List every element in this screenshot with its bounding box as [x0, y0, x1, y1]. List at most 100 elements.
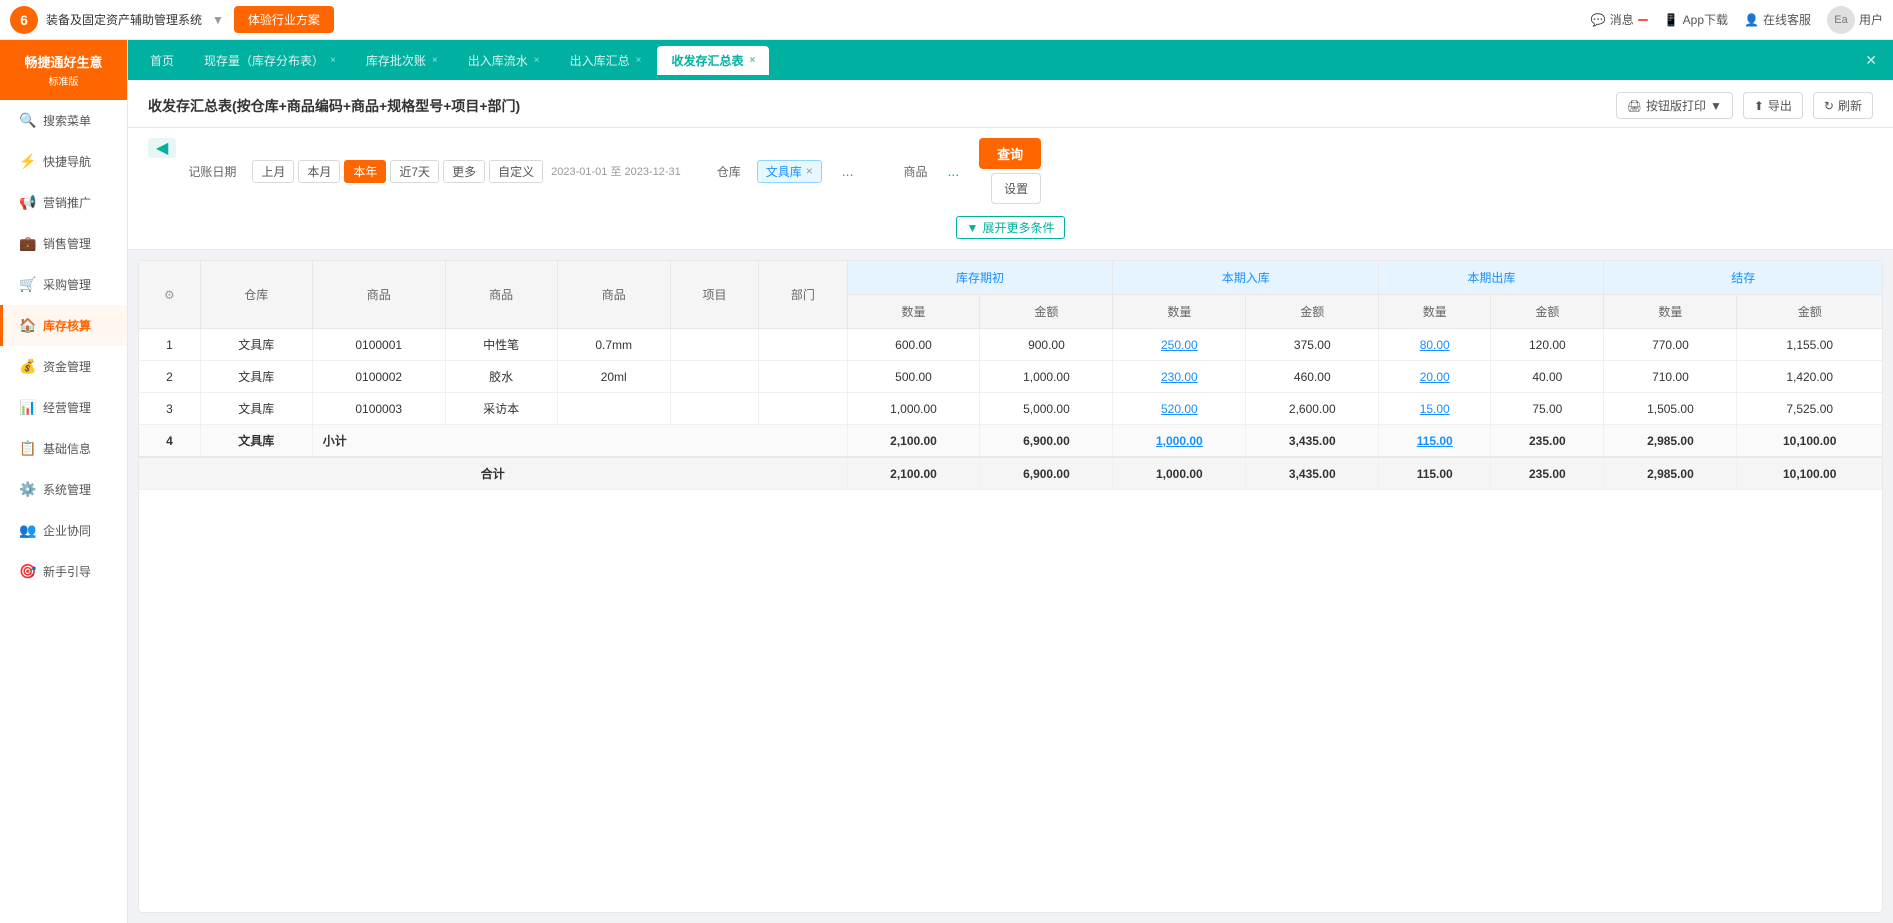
online-service-button[interactable]: 👤 在线客服 — [1744, 11, 1811, 28]
row-in-qty[interactable]: 520.00 — [1113, 393, 1246, 425]
logo-circle: 6 — [10, 6, 38, 34]
row-in-amt: 2,600.00 — [1246, 393, 1379, 425]
sidebar-item-inventory[interactable]: 🏠 库存核算 — [0, 305, 127, 346]
export-button[interactable]: ⬆ 导出 — [1743, 92, 1803, 119]
sidebar-item-basic-info[interactable]: 📋 基础信息 — [0, 428, 127, 469]
marketing-icon: 📢 — [19, 194, 35, 211]
tab-batch-account[interactable]: 库存批次账 × — [352, 46, 452, 75]
row-in-qty[interactable]: 230.00 — [1113, 361, 1246, 393]
sidebar-item-marketing[interactable]: 📢 营销推广 — [0, 182, 127, 223]
total-label: 合计 — [139, 457, 847, 490]
expand-conditions-button[interactable]: ▼ 展开更多条件 — [956, 216, 1066, 239]
sidebar-item-search-menu[interactable]: 🔍 搜索菜单 — [0, 100, 127, 141]
main-layout: 畅捷通好生意 标准版 🔍 搜索菜单 ⚡ 快捷导航 📢 营销推广 💼 — [0, 40, 1893, 923]
avatar-text: Ea — [1834, 14, 1847, 26]
tab-inout-flow[interactable]: 出入库流水 × — [454, 46, 554, 75]
warehouse-ellipsis[interactable]: ... — [838, 163, 858, 179]
guide-icon: 🎯 — [19, 563, 35, 580]
tab-inout-flow-close[interactable]: × — [534, 55, 540, 66]
system-dropdown-arrow[interactable]: ▼ — [212, 13, 224, 27]
row-out-qty[interactable]: 80.00 — [1379, 329, 1491, 361]
row-out-qty[interactable]: 20.00 — [1379, 361, 1491, 393]
settings-col-header[interactable]: ⚙ — [139, 261, 200, 329]
subtotal-opening-amt: 6,900.00 — [980, 425, 1113, 458]
app-download-button[interactable]: 📱 App下载 — [1664, 11, 1728, 28]
table-settings-icon[interactable]: ⚙ — [164, 288, 175, 302]
lightning-icon: ⚡ — [19, 153, 35, 170]
date-btn-this-month[interactable]: 本月 — [298, 160, 340, 183]
goods-filter-label: 商品 — [903, 163, 927, 180]
sidebar: 畅捷通好生意 标准版 🔍 搜索菜单 ⚡ 快捷导航 📢 营销推广 💼 — [0, 40, 128, 923]
subtotal-in-qty[interactable]: 1,000.00 — [1113, 425, 1246, 458]
row-opening-qty: 500.00 — [847, 361, 980, 393]
top-bar: 6 装备及固定资产辅助管理系统 ▼ 体验行业方案 💬 消息 📱 App下载 👤 — [0, 0, 1893, 40]
total-out-amt: 235.00 — [1491, 457, 1604, 490]
content-area: 首页 现存量（库存分布表） × 库存批次账 × 出入库流水 × 出入库汇总 × — [128, 40, 1893, 923]
date-btn-7days[interactable]: 近7天 — [390, 160, 439, 183]
row-opening-amt: 1,000.00 — [980, 361, 1113, 393]
total-row: 合计 2,100.00 6,900.00 1,000.00 3,435.00 1… — [139, 457, 1882, 490]
message-button[interactable]: 💬 消息 — [1591, 11, 1648, 28]
query-button[interactable]: 查询 — [979, 138, 1041, 169]
expand-label: 展开更多条件 — [982, 219, 1054, 236]
warehouse-tag-remove[interactable]: × — [806, 164, 813, 178]
sidebar-item-quick-nav[interactable]: ⚡ 快捷导航 — [0, 141, 127, 182]
tab-close-all[interactable]: ✕ — [1857, 52, 1885, 69]
basic-info-icon: 📋 — [19, 440, 35, 457]
print-button[interactable]: 🖨 按钮版打印 ▼ — [1616, 92, 1733, 119]
sidebar-item-finance[interactable]: 💰 资金管理 — [0, 346, 127, 387]
table-row: 3 文具库 0100003 采访本 1,000.00 5,000.00 520.… — [139, 393, 1882, 425]
sidebar-item-label: 快捷导航 — [43, 153, 91, 170]
date-btn-more[interactable]: 更多 — [443, 160, 485, 183]
date-btn-custom[interactable]: 自定义 — [489, 160, 543, 183]
closing-amt-header: 金额 — [1737, 295, 1882, 329]
subtotal-closing-qty: 2,985.00 — [1604, 425, 1737, 458]
table-row: 2 文具库 0100002 胶水 20ml 500.00 1,000.00 23… — [139, 361, 1882, 393]
app-logo: 6 装备及固定资产辅助管理系统 — [10, 6, 202, 34]
sidebar-item-system[interactable]: ⚙️ 系统管理 — [0, 469, 127, 510]
sidebar-item-label: 新手引导 — [43, 563, 91, 580]
subtotal-closing-amt: 10,100.00 — [1737, 425, 1882, 458]
expand-icon: ▼ — [967, 221, 979, 235]
top-bar-left: 6 装备及固定资产辅助管理系统 ▼ 体验行业方案 — [10, 6, 334, 34]
date-btn-this-year[interactable]: 本年 — [344, 160, 386, 183]
tab-receive-summary[interactable]: 收发存汇总表 × — [657, 46, 769, 75]
out-group-header: 本期出库 — [1379, 261, 1604, 295]
phone-icon: 📱 — [1664, 13, 1679, 27]
row-out-qty[interactable]: 15.00 — [1379, 393, 1491, 425]
experience-button[interactable]: 体验行业方案 — [234, 6, 334, 33]
tab-receive-summary-label: 收发存汇总表 — [671, 52, 743, 69]
table-row: 1 文具库 0100001 中性笔 0.7mm 600.00 900.00 25… — [139, 329, 1882, 361]
sidebar-item-operation[interactable]: 📊 经营管理 — [0, 387, 127, 428]
row-project — [670, 361, 758, 393]
tab-inout-summary[interactable]: 出入库汇总 × — [556, 46, 656, 75]
tab-inout-flow-label: 出入库流水 — [468, 52, 528, 69]
settings-button[interactable]: 设置 — [991, 173, 1041, 204]
tab-stock-dist[interactable]: 现存量（库存分布表） × — [190, 46, 350, 75]
tab-stock-dist-close[interactable]: × — [330, 55, 336, 66]
total-in-qty: 1,000.00 — [1113, 457, 1246, 490]
date-btn-last-month[interactable]: 上月 — [252, 160, 294, 183]
row-in-qty[interactable]: 250.00 — [1113, 329, 1246, 361]
subtotal-out-qty[interactable]: 115.00 — [1379, 425, 1491, 458]
system-name: 装备及固定资产辅助管理系统 — [46, 11, 202, 28]
sidebar-item-cooperation[interactable]: 👥 企业协同 — [0, 510, 127, 551]
tab-home[interactable]: 首页 — [136, 46, 188, 75]
tab-receive-summary-close[interactable]: × — [749, 55, 755, 66]
sidebar-item-purchase[interactable]: 🛒 采购管理 — [0, 264, 127, 305]
subtotal-opening-qty: 2,100.00 — [847, 425, 980, 458]
refresh-button[interactable]: ↻ 刷新 — [1813, 92, 1873, 119]
row-department — [759, 393, 847, 425]
date-range-text: 2023-01-01 至 2023-12-31 — [551, 163, 681, 179]
goods-ellipsis[interactable]: ... — [943, 163, 963, 179]
app-wrapper: 6 装备及固定资产辅助管理系统 ▼ 体验行业方案 💬 消息 📱 App下载 👤 — [0, 0, 1893, 923]
sidebar-item-guide[interactable]: 🎯 新手引导 — [0, 551, 127, 592]
page-header: 收发存汇总表(按仓库+商品编码+商品+规格型号+项目+部门) 🖨 按钮版打印 ▼… — [128, 80, 1893, 128]
logo-text: 6 — [20, 12, 28, 28]
tab-inout-summary-close[interactable]: × — [636, 55, 642, 66]
filter-collapse-button[interactable]: ◀ — [148, 138, 176, 158]
sidebar-item-sales[interactable]: 💼 销售管理 — [0, 223, 127, 264]
user-button[interactable]: Ea 用户 — [1827, 6, 1883, 34]
tab-batch-account-close[interactable]: × — [432, 55, 438, 66]
app-download-label: App下载 — [1683, 11, 1728, 28]
